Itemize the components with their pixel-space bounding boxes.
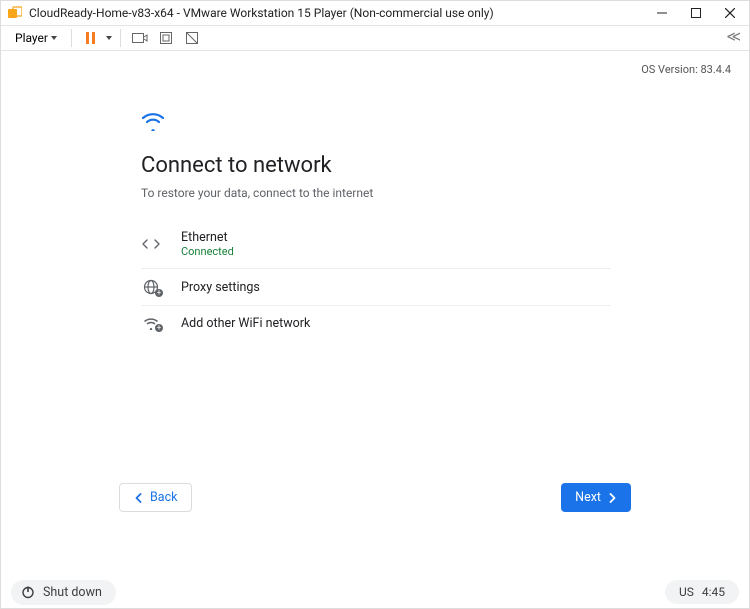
plus-badge-icon: + (155, 324, 163, 332)
pause-vm-button[interactable] (80, 27, 102, 49)
window-title: CloudReady-Home-v83-x64 - VMware Worksta… (29, 6, 494, 20)
page-subtitle: To restore your data, connect to the int… (141, 186, 611, 200)
vmware-toolbar: Player ≪ (1, 25, 749, 51)
page-title: Connect to network (141, 153, 611, 178)
minimize-button[interactable] (645, 2, 679, 24)
guest-os-screen: OS Version: 83.4.4 Connect to network To… (1, 51, 749, 608)
close-button[interactable] (713, 2, 747, 24)
nav-buttons: Back Next (119, 483, 631, 512)
power-icon (21, 585, 35, 599)
wifi-add-icon: + (141, 317, 161, 330)
back-button[interactable]: Back (119, 483, 192, 512)
send-ctrl-alt-del-button[interactable] (129, 27, 151, 49)
caret-down-icon (51, 36, 57, 40)
toolbar-separator (71, 29, 72, 47)
globe-icon: + (141, 279, 161, 295)
network-item-add-wifi[interactable]: + Add other WiFi network (141, 306, 611, 341)
pause-icon (86, 32, 95, 44)
shutdown-button[interactable]: Shut down (11, 580, 116, 605)
keyboard-indicator: US (679, 585, 694, 599)
shutdown-label: Shut down (43, 585, 102, 600)
os-version-label: OS Version: 83.4.4 (641, 63, 731, 76)
player-menu[interactable]: Player (9, 29, 63, 47)
ethernet-icon (141, 238, 161, 250)
system-tray[interactable]: US 4:45 (665, 580, 739, 604)
next-label: Next (575, 490, 601, 505)
plus-badge-icon: + (155, 289, 163, 297)
vmware-logo-icon (7, 5, 23, 21)
chevron-left-icon (134, 493, 144, 503)
power-dropdown-icon[interactable] (106, 36, 112, 40)
ethernet-status: Connected (181, 245, 234, 258)
next-button[interactable]: Next (561, 483, 631, 512)
back-label: Back (150, 490, 177, 505)
proxy-label: Proxy settings (181, 280, 260, 295)
chevron-right-icon (607, 493, 617, 503)
shelf: Shut down US 4:45 (1, 576, 749, 608)
ethernet-label: Ethernet (181, 230, 234, 245)
wifi-header-icon (141, 111, 611, 135)
pin-toolbar-icon[interactable]: ≪ (715, 29, 741, 47)
setup-content: Connect to network To restore your data,… (141, 111, 611, 341)
add-wifi-label: Add other WiFi network (181, 316, 310, 331)
network-item-proxy[interactable]: + Proxy settings (141, 269, 611, 306)
fullscreen-button[interactable] (155, 27, 177, 49)
player-menu-label: Player (15, 31, 48, 45)
network-list: Ethernet Connected + Proxy settings + (141, 220, 611, 341)
unity-button[interactable] (181, 27, 203, 49)
network-item-ethernet[interactable]: Ethernet Connected (141, 220, 611, 269)
clock: 4:45 (702, 585, 725, 599)
vmware-titlebar: CloudReady-Home-v83-x64 - VMware Worksta… (1, 1, 749, 25)
toolbar-separator (120, 29, 121, 47)
maximize-button[interactable] (679, 2, 713, 24)
